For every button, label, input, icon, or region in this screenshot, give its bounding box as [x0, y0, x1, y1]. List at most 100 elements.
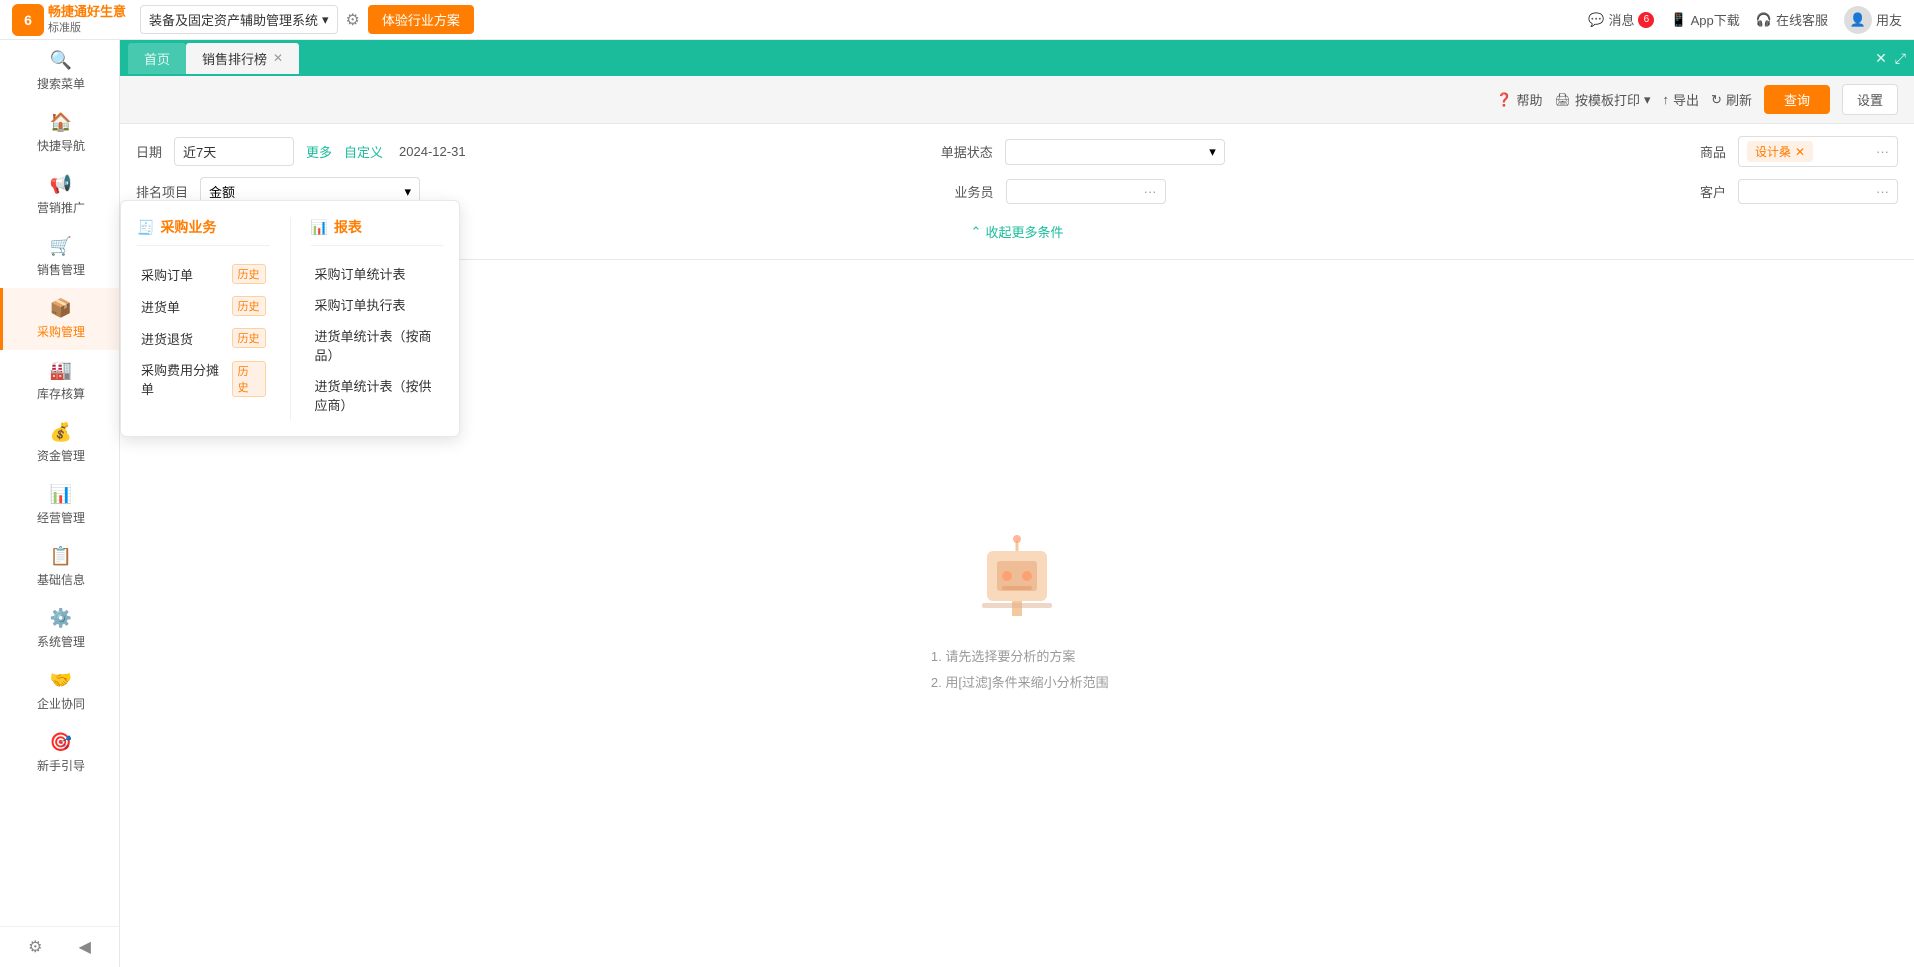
main-layout: 🔍 搜索菜单 🏠 快捷导航 📢 营销推广 🛒 销售管理 📦 采购管理 🏭 库存核…	[0, 40, 1914, 967]
inventory-icon: 🏭	[50, 360, 72, 381]
tab-actions: ✕ ⤢	[1875, 50, 1906, 67]
sidebar: 🔍 搜索菜单 🏠 快捷导航 📢 营销推广 🛒 销售管理 📦 采购管理 🏭 库存核…	[0, 40, 120, 967]
salesperson-dots[interactable]: ···	[1144, 184, 1157, 199]
rank-item-label: 排名项目	[136, 182, 188, 201]
collapse-sidebar-icon[interactable]: ◀	[79, 937, 91, 957]
logo-icon: 6	[12, 4, 44, 36]
tab-sales-rank[interactable]: 销售排行榜 ✕	[186, 43, 299, 74]
sidebar-bottom: ⚙ ◀	[0, 926, 119, 967]
purchase-business-column: 🧾 采购业务 采购订单 历史 进货单 历史 进货退货 历史 采购费用分摊单 历史	[137, 217, 270, 420]
message-action[interactable]: 💬 消息 6	[1588, 10, 1654, 29]
purchase-section-icon: 🧾	[137, 219, 154, 236]
system-selector[interactable]: 装备及固定资产辅助管理系统 ▾	[140, 5, 338, 34]
sidebar-item-inventory[interactable]: 🏭 库存核算	[0, 350, 119, 412]
goods-dots[interactable]: ···	[1876, 144, 1889, 159]
sidebar-item-operations[interactable]: 📊 经营管理	[0, 474, 119, 536]
tab-close-all-icon[interactable]: ✕	[1875, 50, 1887, 67]
newbie-icon: 🎯	[50, 732, 72, 753]
customer-input[interactable]: ···	[1738, 179, 1898, 204]
user-action[interactable]: 👤 用友	[1844, 6, 1902, 34]
empty-hint-1: 请先选择要分析的方案	[945, 644, 1108, 670]
sidebar-item-system[interactable]: ⚙️ 系统管理	[0, 598, 119, 660]
tab-close-icon[interactable]: ✕	[273, 51, 283, 65]
tab-expand-icon[interactable]: ⤢	[1895, 50, 1906, 67]
collapse-up-icon: ⌃	[971, 224, 982, 240]
salesperson-input[interactable]: ···	[1006, 179, 1166, 204]
help-action[interactable]: ❓ 帮助	[1496, 90, 1542, 109]
sidebar-item-purchase[interactable]: 📦 采购管理	[0, 288, 119, 350]
tab-home[interactable]: 首页	[128, 43, 186, 74]
sidebar-item-enterprise[interactable]: 🤝 企业协同	[0, 660, 119, 722]
salesperson-label: 业务员	[955, 182, 994, 201]
sales-icon: 🛒	[50, 236, 72, 257]
doc-status-label: 单据状态	[941, 142, 993, 161]
customer-label: 客户	[1700, 182, 1726, 201]
menu-item-order-stats[interactable]: 采购订单统计表	[311, 258, 444, 289]
help-icon: ❓	[1496, 92, 1512, 108]
page-header: ❓ 帮助 🖨 按模板打印 ▾ ↑ 导出 ↻ 刷新 查询 设置	[120, 76, 1914, 124]
date-label: 日期	[136, 142, 162, 161]
report-section-title: 📊 报表	[311, 217, 444, 246]
date-preset-7days[interactable]: 近7天	[174, 137, 294, 166]
svg-text:6: 6	[24, 12, 32, 28]
menu-item-purchase-expense[interactable]: 采购费用分摊单 历史	[137, 354, 270, 404]
system-icon: ⚙️	[50, 608, 72, 629]
phone-icon: 📱	[1670, 12, 1686, 28]
menu-item-order-exec[interactable]: 采购订单执行表	[311, 289, 444, 320]
settings-button[interactable]: 设置	[1842, 84, 1898, 115]
message-icon: 💬	[1588, 12, 1604, 28]
rank-chevron-icon: ▾	[404, 184, 411, 200]
marketing-icon: 📢	[50, 174, 72, 195]
menu-item-inbound-stats-supplier[interactable]: 进货单统计表（按供应商）	[311, 370, 444, 420]
basicinfo-icon: 📋	[50, 546, 72, 567]
top-right-actions: 💬 消息 6 📱 App下载 🎧 在线客服 👤 用友	[1588, 6, 1902, 34]
report-section-icon: 📊	[311, 219, 328, 236]
sidebar-item-marketing[interactable]: 📢 营销推广	[0, 164, 119, 226]
menu-divider	[290, 217, 291, 420]
menu-item-inbound-return[interactable]: 进货退货 历史	[137, 322, 270, 354]
industry-btn[interactable]: 体验行业方案	[368, 5, 474, 34]
empty-hint-2: 用[过滤]条件来缩小分析范围	[945, 670, 1108, 696]
export-icon: ↑	[1663, 92, 1670, 107]
logo-text: 畅捷通好生意 标准版	[48, 4, 126, 35]
sidebar-item-newbie[interactable]: 🎯 新手引导	[0, 722, 119, 784]
date-more[interactable]: 更多	[306, 142, 332, 161]
headset-icon: 🎧	[1756, 12, 1772, 28]
chevron-down-icon: ▾	[322, 12, 329, 28]
operations-icon: 📊	[50, 484, 72, 505]
home-icon: 🏠	[50, 112, 72, 133]
menu-item-inbound-stats-goods[interactable]: 进货单统计表（按商品）	[311, 320, 444, 370]
bottom-gear-icon[interactable]: ⚙	[28, 937, 42, 957]
goods-input[interactable]: 设计桑 ✕ ···	[1738, 136, 1898, 167]
sidebar-item-sales[interactable]: 🛒 销售管理	[0, 226, 119, 288]
goods-tag-remove[interactable]: ✕	[1795, 145, 1805, 159]
sidebar-item-finance[interactable]: 💰 资金管理	[0, 412, 119, 474]
empty-hints: 请先选择要分析的方案 用[过滤]条件来缩小分析范围	[925, 644, 1108, 696]
date-custom[interactable]: 自定义	[344, 142, 383, 161]
online-service-action[interactable]: 🎧 在线客服	[1756, 10, 1828, 29]
menu-item-purchase-order[interactable]: 采购订单 历史	[137, 258, 270, 290]
app-download-action[interactable]: 📱 App下载	[1670, 10, 1739, 29]
enterprise-icon: 🤝	[50, 670, 72, 691]
refresh-action[interactable]: ↻ 刷新	[1711, 90, 1752, 109]
purchase-section-title: 🧾 采购业务	[137, 217, 270, 246]
doc-status-select[interactable]: ▾	[1005, 139, 1225, 165]
purchase-icon: 📦	[50, 298, 72, 319]
sidebar-item-search[interactable]: 🔍 搜索菜单	[0, 40, 119, 102]
customer-dots[interactable]: ···	[1876, 184, 1889, 199]
print-chevron-icon: ▾	[1644, 92, 1651, 108]
refresh-icon: ↻	[1711, 92, 1722, 108]
avatar: 👤	[1844, 6, 1872, 34]
logo-area: 6 畅捷通好生意 标准版	[12, 4, 132, 36]
query-button[interactable]: 查询	[1764, 85, 1830, 114]
top-bar: 6 畅捷通好生意 标准版 装备及固定资产辅助管理系统 ▾ ⚙ 体验行业方案 💬 …	[0, 0, 1914, 40]
menu-item-inbound[interactable]: 进货单 历史	[137, 290, 270, 322]
settings-icon[interactable]: ⚙	[346, 10, 360, 30]
finance-icon: 💰	[50, 422, 72, 443]
sidebar-item-quicknav[interactable]: 🏠 快捷导航	[0, 102, 119, 164]
print-action[interactable]: 🖨 按模板打印 ▾	[1554, 90, 1650, 109]
tab-bar: 首页 销售排行榜 ✕ ✕ ⤢	[120, 40, 1914, 76]
sidebar-item-basicinfo[interactable]: 📋 基础信息	[0, 536, 119, 598]
export-action[interactable]: ↑ 导出	[1663, 90, 1700, 109]
goods-label: 商品	[1700, 142, 1726, 161]
